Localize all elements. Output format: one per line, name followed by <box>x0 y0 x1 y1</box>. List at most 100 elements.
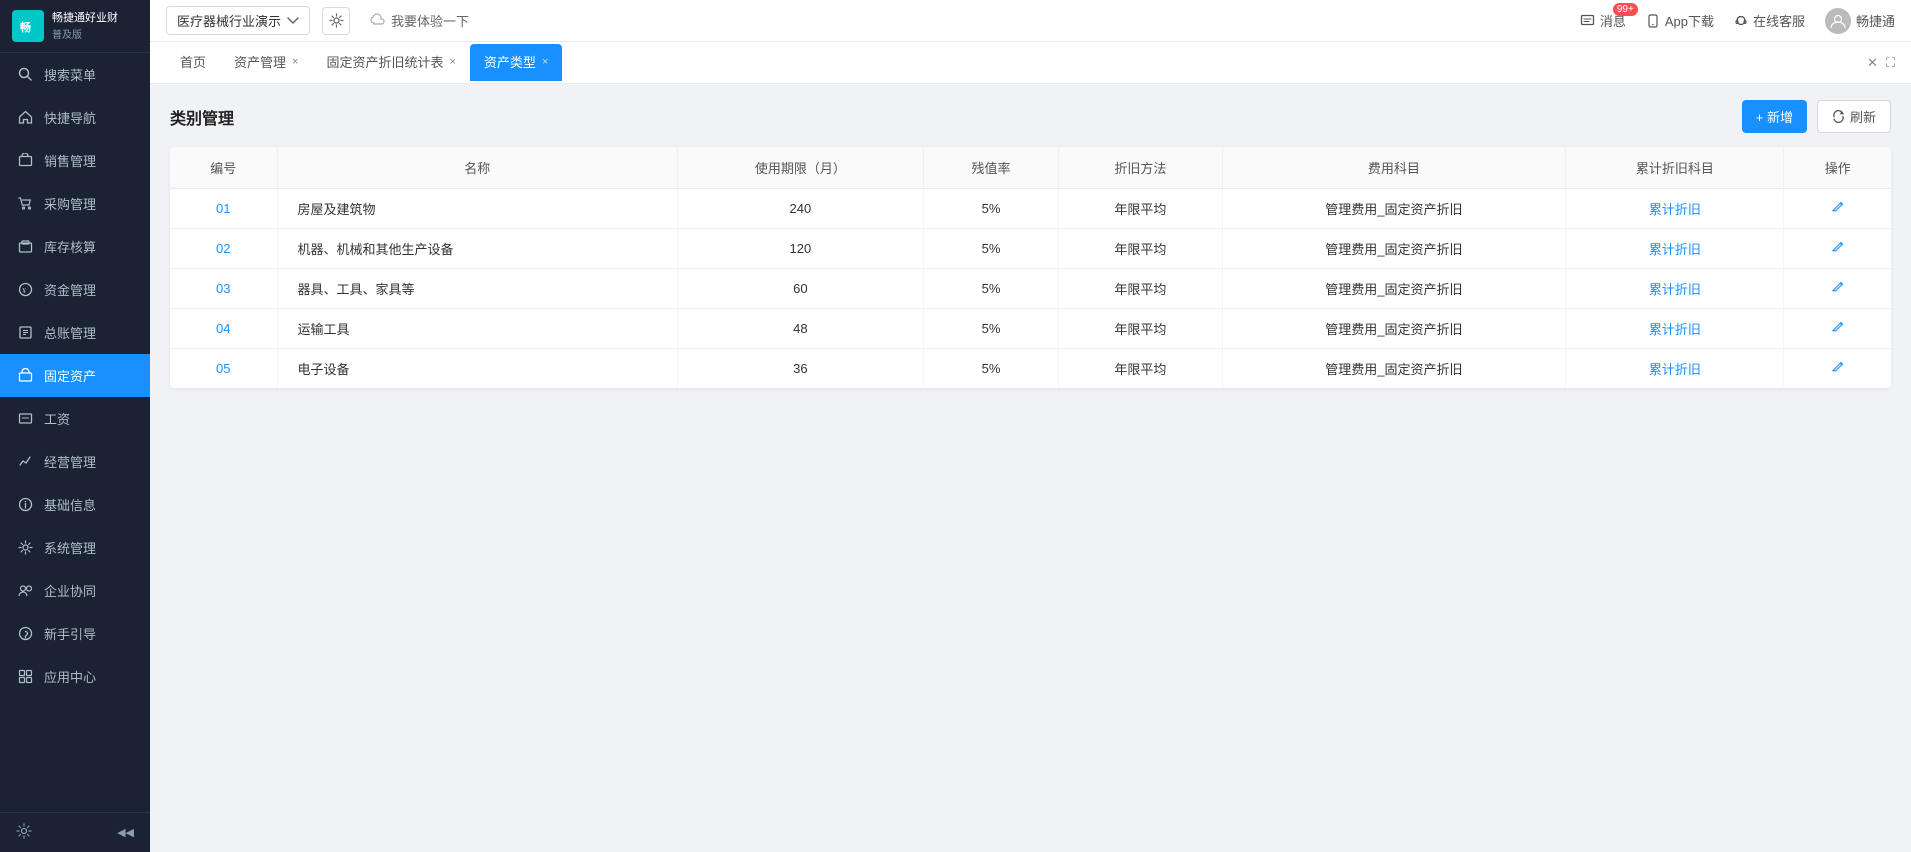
cell-period: 240 <box>677 189 923 229</box>
cell-residual: 5% <box>923 309 1059 349</box>
tab-expand-icon[interactable]: ⛶ <box>1886 55 1895 71</box>
cell-method: 年限平均 <box>1059 269 1222 309</box>
tab-asset-type-close[interactable]: × <box>542 56 548 68</box>
cell-residual: 5% <box>923 269 1059 309</box>
table-row: 05 电子设备 36 5% 年限平均 管理费用_固定资产折旧 累计折旧 <box>170 349 1891 389</box>
tab-depreciation-label: 固定资产折旧统计表 <box>326 52 443 71</box>
headset-icon <box>1734 14 1748 28</box>
svg-text:畅: 畅 <box>20 20 31 34</box>
sidebar-item-base-info[interactable]: 基础信息 <box>0 483 150 526</box>
cell-action[interactable] <box>1784 189 1891 229</box>
cell-expense-subject: 管理费用_固定资产折旧 <box>1222 309 1566 349</box>
sidebar-logo: 畅 畅捷通好业财 普及版 <box>0 0 150 53</box>
cell-accum-subject: 累计折旧 <box>1566 309 1784 349</box>
sidebar-item-inventory[interactable]: 库存核算 <box>0 225 150 268</box>
sidebar-footer: ◀◀ <box>0 812 150 852</box>
table-row: 04 运输工具 48 5% 年限平均 管理费用_固定资产折旧 累计折旧 <box>170 309 1891 349</box>
sidebar-item-purchase[interactable]: 采购管理 <box>0 182 150 225</box>
tab-home[interactable]: 首页 <box>166 44 220 81</box>
edit-button[interactable] <box>1831 321 1845 337</box>
sidebar-item-operations[interactable]: 经营管理 <box>0 440 150 483</box>
data-table: 编号 名称 使用期限（月） 残值率 折旧方法 费用科目 累计折旧科目 操作 01… <box>170 147 1891 388</box>
user-profile-button[interactable]: 畅捷通 <box>1825 8 1895 34</box>
sidebar-item-capital[interactable]: ¥ 资金管理 <box>0 268 150 311</box>
sidebar-item-fixed-assets[interactable]: 固定资产 <box>0 354 150 397</box>
col-header-code: 编号 <box>170 147 277 189</box>
topbar-settings-button[interactable] <box>322 7 350 35</box>
page-header: 类别管理 + 新增 刷新 <box>170 100 1891 133</box>
cell-action[interactable] <box>1784 269 1891 309</box>
header-actions: + 新增 刷新 <box>1742 100 1891 133</box>
base-info-icon <box>16 496 34 514</box>
tabs-bar: 首页 资产管理 × 固定资产折旧统计表 × 资产类型 × ✕ ⛶ <box>150 42 1911 84</box>
sidebar-nav: 搜索菜单 快捷导航 销售管理 采购管理 库存核算 <box>0 53 150 812</box>
avatar <box>1825 8 1851 34</box>
edit-button[interactable] <box>1831 241 1845 257</box>
sidebar-label-app-center: 应用中心 <box>44 667 96 686</box>
sidebar-label-salary: 工资 <box>44 409 70 428</box>
sidebar-label-guide: 新手引导 <box>44 624 96 643</box>
fixed-assets-icon <box>16 367 34 385</box>
footer-settings-icon[interactable] <box>16 823 32 842</box>
sidebar-item-ledger[interactable]: 总账管理 <box>0 311 150 354</box>
page-title: 类别管理 <box>170 105 234 129</box>
cell-code: 01 <box>170 189 277 229</box>
sidebar-collapse-icon[interactable]: ◀◀ <box>117 826 134 839</box>
cell-method: 年限平均 <box>1059 349 1222 389</box>
edit-button[interactable] <box>1831 281 1845 297</box>
sidebar-item-app-center[interactable]: 应用中心 <box>0 655 150 698</box>
tab-asset-mgmt[interactable]: 资产管理 × <box>220 44 312 81</box>
sidebar-item-guide[interactable]: 新手引导 <box>0 612 150 655</box>
cell-residual: 5% <box>923 349 1059 389</box>
salary-icon <box>16 410 34 428</box>
cell-action[interactable] <box>1784 349 1891 389</box>
tab-depreciation-close[interactable]: × <box>449 56 455 68</box>
app-center-icon <box>16 668 34 686</box>
new-button-label: + 新增 <box>1756 107 1793 126</box>
sidebar-label-quick-nav: 快捷导航 <box>44 108 96 127</box>
sidebar-item-sales[interactable]: 销售管理 <box>0 139 150 182</box>
sidebar-item-search[interactable]: 搜索菜单 <box>0 53 150 96</box>
topbar-right: 消息 99+ App下载 在线客服 畅捷通 <box>1580 8 1895 34</box>
logo-icon: 畅 <box>12 10 44 42</box>
cell-action[interactable] <box>1784 309 1891 349</box>
edit-button[interactable] <box>1831 201 1845 217</box>
sidebar-item-quick-nav[interactable]: 快捷导航 <box>0 96 150 139</box>
logo-sub-label: 普及版 <box>52 26 118 41</box>
customer-service-button[interactable]: 在线客服 <box>1734 11 1805 30</box>
refresh-icon <box>1832 110 1845 123</box>
tab-depreciation[interactable]: 固定资产折旧统计表 × <box>312 44 469 81</box>
sidebar-item-salary[interactable]: 工资 <box>0 397 150 440</box>
operations-icon <box>16 453 34 471</box>
app-download-label: App下载 <box>1665 11 1714 30</box>
sidebar-item-system[interactable]: 系统管理 <box>0 526 150 569</box>
edit-button[interactable] <box>1831 361 1845 377</box>
sidebar-label-operations: 经营管理 <box>44 452 96 471</box>
sidebar-item-enterprise[interactable]: 企业协同 <box>0 569 150 612</box>
sidebar-label-system: 系统管理 <box>44 538 96 557</box>
sidebar-label-purchase: 采购管理 <box>44 194 96 213</box>
cell-method: 年限平均 <box>1059 229 1222 269</box>
cell-expense-subject: 管理费用_固定资产折旧 <box>1222 349 1566 389</box>
app-download-button[interactable]: App下载 <box>1646 11 1714 30</box>
customer-service-label: 在线客服 <box>1753 11 1805 30</box>
cell-method: 年限平均 <box>1059 309 1222 349</box>
tab-asset-mgmt-close[interactable]: × <box>292 56 298 68</box>
cell-action[interactable] <box>1784 229 1891 269</box>
sidebar-label-ledger: 总账管理 <box>44 323 96 342</box>
messages-button[interactable]: 消息 99+ <box>1580 11 1626 30</box>
topbar: 医疗器械行业演示 我要体验一下 消息 99+ App下载 在线客服 <box>150 0 1911 42</box>
company-selector[interactable]: 医疗器械行业演示 <box>166 6 310 35</box>
experience-button[interactable]: 我要体验一下 <box>370 11 469 30</box>
sidebar: 畅 畅捷通好业财 普及版 搜索菜单 快捷导航 销售管理 <box>0 0 150 852</box>
new-button[interactable]: + 新增 <box>1742 100 1807 133</box>
tab-asset-type[interactable]: 资产类型 × <box>470 44 562 81</box>
col-header-expense-subject: 费用科目 <box>1222 147 1566 189</box>
col-header-action: 操作 <box>1784 147 1891 189</box>
messages-badge: 99+ <box>1613 3 1638 16</box>
cell-name: 器具、工具、家具等 <box>277 269 677 309</box>
tab-close-all-icon[interactable]: ✕ <box>1867 55 1878 71</box>
tabs-controls: ✕ ⛶ <box>1867 55 1895 71</box>
col-header-residual: 残值率 <box>923 147 1059 189</box>
refresh-button[interactable]: 刷新 <box>1817 100 1891 133</box>
